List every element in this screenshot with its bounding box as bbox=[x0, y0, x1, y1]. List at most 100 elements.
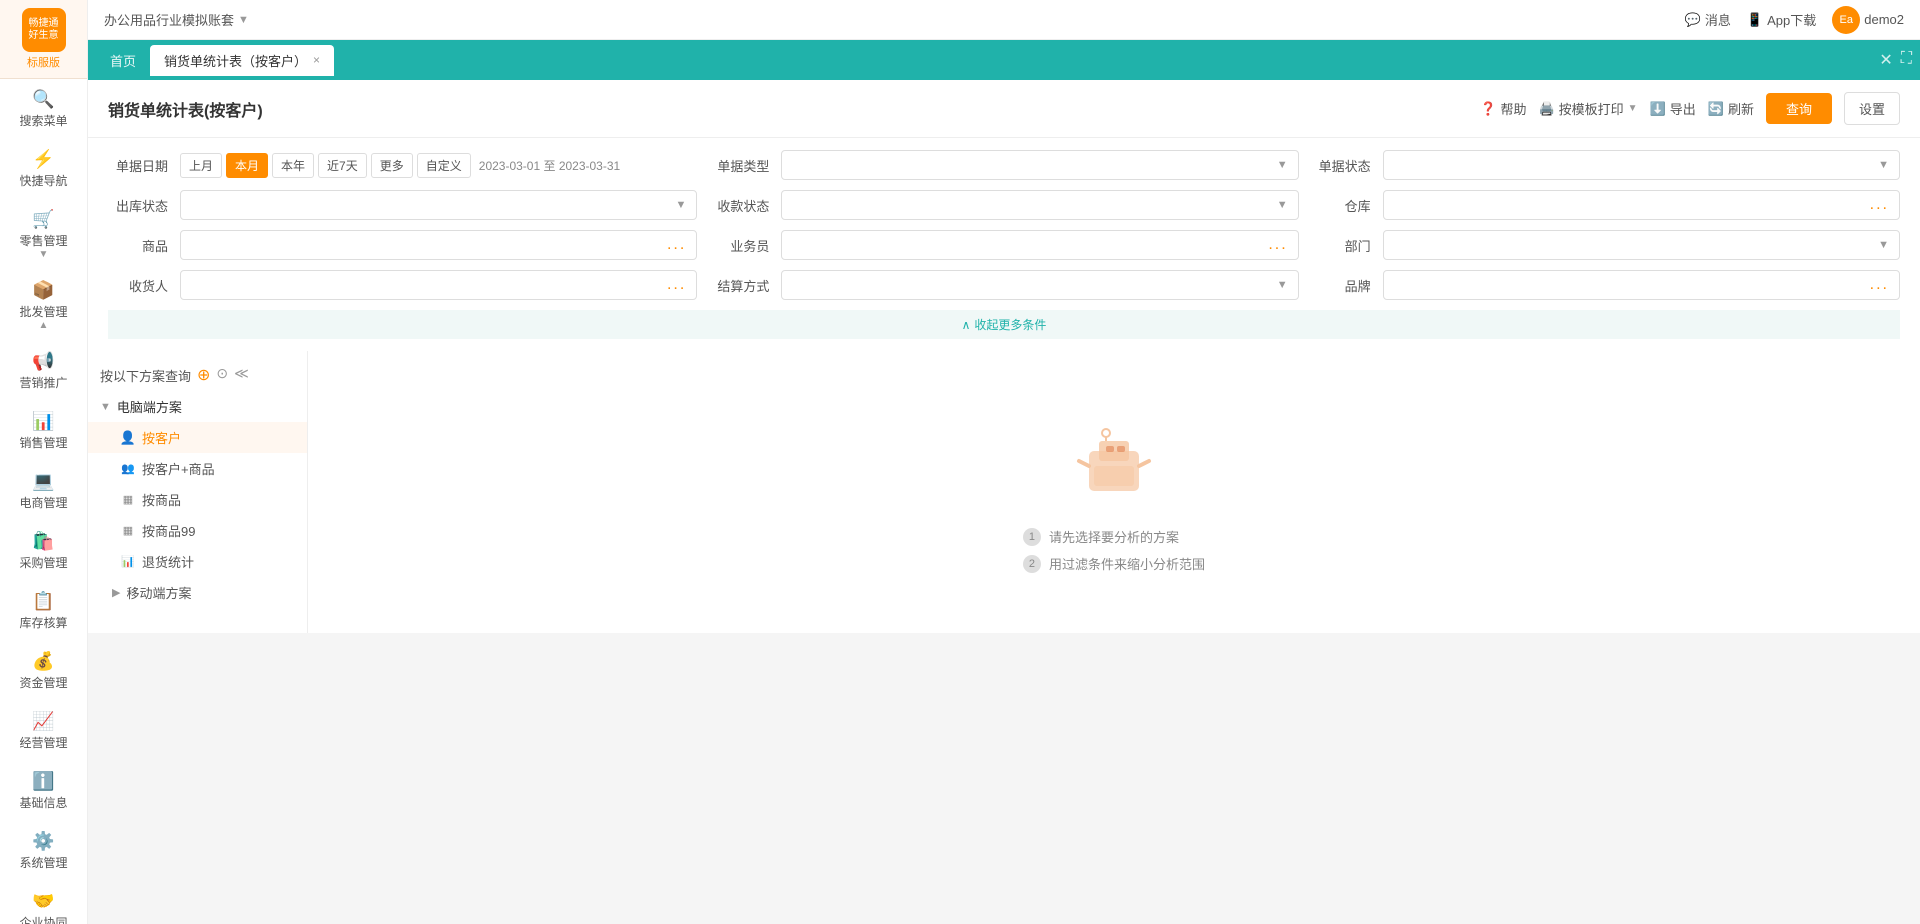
salesman-select[interactable]: ... bbox=[781, 230, 1298, 260]
tip-num-1: 1 bbox=[1023, 528, 1041, 546]
message-item[interactable]: 💬 消息 bbox=[1685, 10, 1731, 29]
sidebar-item-company[interactable]: 🤝 企业协同 bbox=[0, 881, 87, 924]
salesman-label: 业务员 bbox=[709, 236, 769, 255]
tab-home[interactable]: 首页 bbox=[96, 45, 150, 76]
sidebar-item-quick[interactable]: ⚡ 快捷导航 bbox=[0, 139, 87, 199]
query-button[interactable]: 查询 bbox=[1766, 93, 1832, 124]
out-status-select[interactable]: ▼ bbox=[180, 190, 697, 220]
receiver-select[interactable]: ... bbox=[180, 270, 697, 300]
finance-icon: 💰 bbox=[32, 651, 54, 672]
doc-type-select[interactable]: ▼ bbox=[781, 150, 1298, 180]
collapse-scheme-icon[interactable]: ≪ bbox=[234, 365, 249, 385]
scheme-item-by-goods[interactable]: ▦ 按商品 bbox=[88, 484, 307, 515]
sidebar-item-basic[interactable]: ℹ️ 基础信息 bbox=[0, 761, 87, 821]
chevron-up-icon: ∧ bbox=[962, 318, 971, 332]
sidebar-item-marketing[interactable]: 📢 营销推广 bbox=[0, 341, 87, 401]
goods-select[interactable]: ... bbox=[180, 230, 697, 260]
warehouse-select[interactable]: ... bbox=[1383, 190, 1900, 220]
main-area: 办公用品行业模拟账套 ▼ 💬 消息 📱 App下载 Ea demo2 首页 销货… bbox=[88, 0, 1920, 924]
sidebar-item-wholesale[interactable]: 📦 批发管理 ▲ bbox=[0, 270, 87, 341]
brand-select[interactable]: ... bbox=[1383, 270, 1900, 300]
account-name: 办公用品行业模拟账套 bbox=[104, 10, 234, 29]
tab-expand-controls: ✕ ⛶ bbox=[1879, 50, 1912, 70]
scheme-group-pc-label[interactable]: ▼ 电脑端方案 bbox=[88, 391, 307, 422]
by-customer-goods-icon: 👥 bbox=[120, 461, 136, 477]
scheme-group-mobile-label[interactable]: ▶ 移动端方案 bbox=[88, 577, 307, 608]
export-label: 导出 bbox=[1670, 99, 1696, 118]
receipt-status-select[interactable]: ▼ bbox=[781, 190, 1298, 220]
sidebar-item-retail[interactable]: 🛒 零售管理 ▼ bbox=[0, 199, 87, 270]
by-customer-goods-label: 按客户+商品 bbox=[142, 459, 215, 478]
collapse-bar[interactable]: ∧ 收起更多条件 bbox=[108, 310, 1900, 339]
goods-label: 商品 bbox=[108, 236, 168, 255]
sidebar-item-purchase[interactable]: 🛍️ 采购管理 bbox=[0, 521, 87, 581]
logo-label: 标服版 bbox=[27, 54, 60, 70]
doc-status-select[interactable]: ▼ bbox=[1383, 150, 1900, 180]
app-icon: 📱 bbox=[1747, 12, 1763, 28]
brand-col: ... bbox=[1383, 270, 1900, 300]
expand-icon: ▼ bbox=[39, 249, 49, 260]
sidebar-item-system[interactable]: ⚙️ 系统管理 bbox=[0, 821, 87, 881]
scheme-item-by-return[interactable]: 📊 退货统计 bbox=[88, 546, 307, 577]
sidebar-item-finance[interactable]: 💰 资金管理 bbox=[0, 641, 87, 701]
tip-text-1: 请先选择要分析的方案 bbox=[1049, 527, 1179, 546]
tab-sales-stats[interactable]: 销货单统计表（按客户） × bbox=[150, 45, 334, 76]
date-last-month[interactable]: 上月 bbox=[180, 153, 222, 178]
print-label: 按模板打印 bbox=[1559, 99, 1624, 118]
scheme-item-by-customer[interactable]: 👤 按客户 bbox=[88, 422, 307, 453]
app-download-item[interactable]: 📱 App下载 bbox=[1747, 10, 1816, 29]
export-button[interactable]: ⬇️ 导出 bbox=[1650, 99, 1696, 118]
receipt-status-col: ▼ bbox=[781, 190, 1298, 220]
date-this-month[interactable]: 本月 bbox=[226, 153, 268, 178]
tab-close-icon[interactable]: × bbox=[313, 53, 320, 67]
content-area: 按以下方案查询 ⊕ ⊙ ≪ ▼ 电脑端方案 👤 按客户 bbox=[88, 351, 1920, 633]
sidebar-item-label: 系统管理 bbox=[19, 854, 67, 871]
setting-button[interactable]: 设置 bbox=[1844, 92, 1900, 125]
page-actions: ❓ 帮助 🖨️ 按模板打印 ▼ ⬇️ 导出 🔄 刷新 查询 设置 bbox=[1480, 92, 1900, 137]
sidebar-item-ecommerce[interactable]: 💻 电商管理 bbox=[0, 461, 87, 521]
logo-icon: 畅捷通好生意 bbox=[22, 8, 66, 52]
settlement-label: 结算方式 bbox=[709, 276, 769, 295]
print-button[interactable]: 🖨️ 按模板打印 ▼ bbox=[1538, 99, 1637, 118]
close-window-icon[interactable]: ✕ bbox=[1879, 50, 1892, 70]
doc-status-arrow-icon: ▼ bbox=[1878, 159, 1889, 171]
sidebar-logo: 畅捷通好生意 标服版 bbox=[0, 0, 87, 79]
sidebar-item-sales[interactable]: 📊 销售管理 bbox=[0, 401, 87, 461]
account-dropdown[interactable]: 办公用品行业模拟账套 ▼ bbox=[104, 10, 249, 29]
receiver-col: ... bbox=[180, 270, 697, 300]
filter-row-4: 收货人 ... 结算方式 ▼ 品牌 bbox=[108, 270, 1900, 300]
sidebar-item-label: 搜索菜单 bbox=[19, 112, 67, 129]
inventory-icon: 📋 bbox=[32, 591, 54, 612]
scheme-item-by-customer-goods[interactable]: 👥 按客户+商品 bbox=[88, 453, 307, 484]
settlement-select[interactable]: ▼ bbox=[781, 270, 1298, 300]
company-icon: 🤝 bbox=[32, 891, 54, 912]
sidebar-item-label: 电商管理 bbox=[19, 494, 67, 511]
tab-label: 销货单统计表（按客户） bbox=[164, 51, 307, 70]
sidebar-item-operation[interactable]: 📈 经营管理 bbox=[0, 701, 87, 761]
out-status-col: ▼ bbox=[180, 190, 697, 220]
sidebar-item-inventory[interactable]: 📋 库存核算 bbox=[0, 581, 87, 641]
empty-state: 1 请先选择要分析的方案 2 用过滤条件来缩小分析范围 bbox=[308, 351, 1920, 633]
ecommerce-icon: 💻 bbox=[32, 471, 54, 492]
page-content: 销货单统计表(按客户) ❓ 帮助 🖨️ 按模板打印 ▼ ⬇️ 导出 🔄 刷新 bbox=[88, 80, 1920, 924]
date-custom[interactable]: 自定义 bbox=[417, 153, 471, 178]
dept-select[interactable]: ▼ bbox=[1383, 230, 1900, 260]
scheme-item-by-goods99[interactable]: ▦ 按商品99 bbox=[88, 515, 307, 546]
collapse-label: 收起更多条件 bbox=[974, 316, 1046, 333]
user-item[interactable]: Ea demo2 bbox=[1832, 6, 1904, 34]
date-7days[interactable]: 近7天 bbox=[318, 153, 367, 178]
settlement-col: ▼ bbox=[781, 270, 1298, 300]
message-icon: 💬 bbox=[1685, 12, 1701, 28]
print-dropdown-icon: ▼ bbox=[1628, 103, 1638, 114]
scheme-panel: 按以下方案查询 ⊕ ⊙ ≪ ▼ 电脑端方案 👤 按客户 bbox=[88, 351, 308, 633]
help-button[interactable]: ❓ 帮助 bbox=[1480, 99, 1526, 118]
refresh-button[interactable]: 🔄 刷新 bbox=[1708, 99, 1754, 118]
by-return-icon: 📊 bbox=[120, 554, 136, 570]
refresh-scheme-icon[interactable]: ⊙ bbox=[216, 365, 228, 385]
dept-label: 部门 bbox=[1311, 236, 1371, 255]
add-scheme-icon[interactable]: ⊕ bbox=[197, 365, 210, 385]
date-this-year[interactable]: 本年 bbox=[272, 153, 314, 178]
maximize-icon[interactable]: ⛶ bbox=[1901, 50, 1912, 70]
sidebar-item-search[interactable]: 🔍 搜索菜单 bbox=[0, 79, 87, 139]
date-more[interactable]: 更多 bbox=[371, 153, 413, 178]
